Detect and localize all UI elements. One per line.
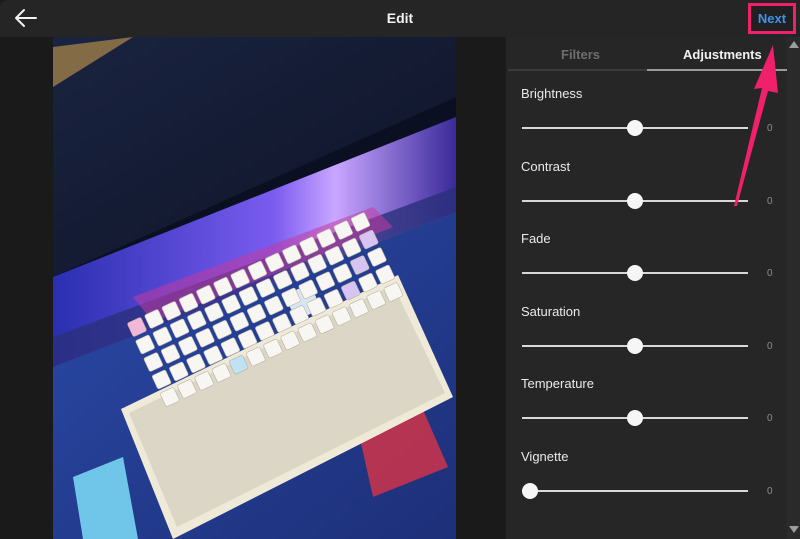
adjustment-value: 0 bbox=[767, 413, 773, 424]
adjustment-label: Temperature bbox=[521, 376, 594, 391]
adjustment-fade: Fade 0 bbox=[506, 231, 787, 303]
adjustment-contrast: Contrast 0 bbox=[506, 159, 787, 231]
adjustment-value: 0 bbox=[767, 341, 773, 352]
page-title: Edit bbox=[386, 10, 414, 26]
slider-thumb[interactable] bbox=[627, 193, 643, 209]
adjustment-saturation: Saturation 0 bbox=[506, 304, 787, 376]
slider-thumb[interactable] bbox=[627, 120, 643, 136]
vignette-slider[interactable] bbox=[522, 483, 748, 499]
panel-tabs: Filters Adjustments bbox=[506, 37, 787, 71]
next-button[interactable]: Next bbox=[748, 3, 796, 34]
slider-thumb[interactable] bbox=[627, 410, 643, 426]
adjustment-label: Brightness bbox=[521, 86, 583, 101]
contrast-slider[interactable] bbox=[522, 193, 748, 209]
photo-canvas bbox=[0, 37, 506, 539]
adjustment-brightness: Brightness 0 bbox=[506, 86, 787, 158]
fade-slider[interactable] bbox=[522, 265, 748, 281]
triangle-up-icon[interactable] bbox=[789, 41, 799, 48]
adjustment-label: Fade bbox=[521, 231, 551, 246]
active-tab-indicator bbox=[647, 69, 787, 71]
slider-thumb[interactable] bbox=[627, 338, 643, 354]
title-bar: Edit Next bbox=[0, 0, 800, 37]
adjustments-panel: Filters Adjustments Brightness 0 Contras… bbox=[506, 37, 800, 539]
adjustment-value: 0 bbox=[767, 486, 773, 497]
brightness-slider[interactable] bbox=[522, 120, 748, 136]
adjustment-label: Vignette bbox=[521, 449, 569, 464]
adjustment-value: 0 bbox=[767, 196, 773, 207]
adjustment-value: 0 bbox=[767, 123, 773, 134]
slider-thumb[interactable] bbox=[522, 483, 538, 499]
adjustment-label: Saturation bbox=[521, 304, 581, 319]
triangle-down-icon[interactable] bbox=[789, 526, 799, 533]
keyboard-photo bbox=[53, 37, 456, 539]
photo-preview bbox=[53, 37, 456, 539]
adjustment-temperature: Temperature 0 bbox=[506, 376, 787, 448]
slider-track bbox=[522, 490, 748, 492]
panel-scrollbar[interactable] bbox=[787, 37, 800, 539]
temperature-slider[interactable] bbox=[522, 410, 748, 426]
tab-adjustments[interactable]: Adjustments bbox=[683, 47, 762, 62]
adjustment-label: Contrast bbox=[521, 159, 571, 174]
adjustment-value: 0 bbox=[767, 268, 773, 279]
tab-filters[interactable]: Filters bbox=[561, 47, 600, 62]
slider-thumb[interactable] bbox=[627, 265, 643, 281]
saturation-slider[interactable] bbox=[522, 338, 748, 354]
adjustment-vignette: Vignette 0 bbox=[506, 449, 787, 521]
